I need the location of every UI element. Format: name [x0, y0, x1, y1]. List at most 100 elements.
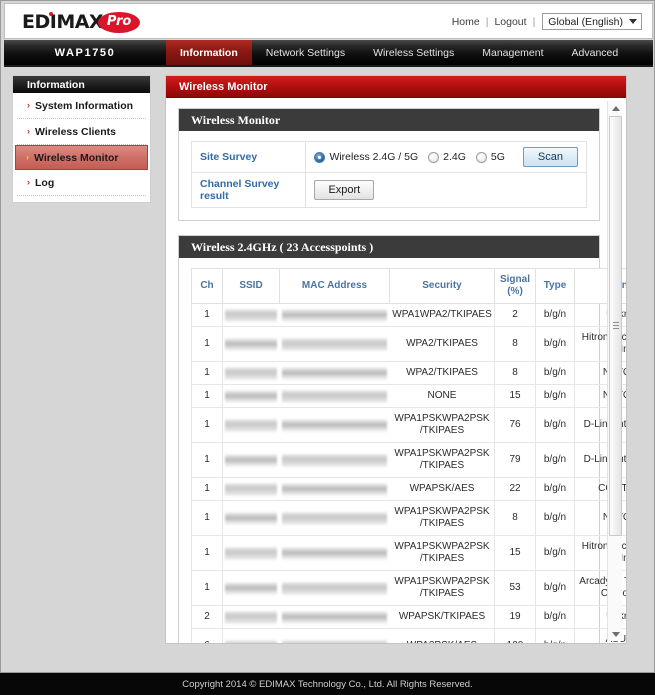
cell-signal: 8	[494, 361, 536, 385]
wireless-monitor-card-body: Site Survey Wireless 2.4G / 5G 2.4G 5G S…	[179, 131, 599, 220]
cell-ssid-redacted	[222, 605, 280, 629]
band-radio-group: Wireless 2.4G / 5G 2.4G 5G Scan	[314, 147, 578, 167]
nav-tab-advanced[interactable]: Advanced	[558, 40, 633, 65]
cell-security: WPAPSK/AES	[389, 477, 495, 501]
sidebar-item-log[interactable]: › Log	[17, 170, 146, 196]
sidebar-item-label: Wireless Monitor	[34, 151, 119, 164]
column-header-mac: MAC Address	[279, 268, 390, 304]
radio-wireless-24g-5g[interactable]	[314, 151, 326, 163]
logo-i-dot-icon	[49, 11, 53, 16]
table-row: 1WPA1WPA2/TKIPAES2b/g/nUnknown	[191, 303, 626, 327]
column-header-ssid: SSID	[222, 268, 280, 304]
site-survey-row: Site Survey Wireless 2.4G / 5G 2.4G 5G S…	[190, 141, 587, 173]
redaction-bar	[225, 453, 277, 467]
nav-tab-information[interactable]: Information	[166, 40, 252, 65]
cell-mac-address-redacted	[279, 407, 390, 443]
logo-pro-text: Pro	[106, 13, 132, 29]
cell-signal: 22	[494, 477, 536, 501]
cell-security: WPAPSK/TKIPAES	[389, 605, 495, 629]
sidebar-item-label: System Information	[35, 99, 134, 112]
logout-link[interactable]: Logout	[490, 16, 530, 28]
cell-mac-address-redacted	[279, 535, 390, 571]
cell-ssid-redacted	[222, 535, 280, 571]
cell-channel: 1	[191, 500, 223, 536]
content-body: Wireless Monitor Site Survey Wireless 2.…	[166, 98, 626, 643]
cell-signal: 53	[494, 570, 536, 606]
chevron-down-icon	[629, 19, 637, 24]
cell-security: WPA2/TKIPAES	[389, 361, 495, 385]
wireless-monitor-card: Wireless Monitor Site Survey Wireless 2.…	[178, 108, 600, 221]
cell-type: b/g/n	[535, 535, 575, 571]
redaction-bar	[282, 546, 387, 560]
sidebar-item-wireless-clients[interactable]: › Wireless Clients	[17, 119, 146, 145]
radio-24g[interactable]	[428, 151, 440, 163]
scan-button[interactable]: Scan	[522, 147, 578, 167]
redaction-bar	[282, 337, 387, 351]
cell-security: WPA1PSKWPA2PSK/TKIPAES	[389, 442, 495, 478]
cell-type: b/g/n	[535, 442, 575, 478]
cell-channel: 1	[191, 570, 223, 606]
cell-ssid-redacted	[222, 500, 280, 536]
table-row: 1NONE15b/g/nNETGEAR	[191, 384, 626, 408]
table-row: 1WPAPSK/AES22b/g/nCOMTREND	[191, 477, 626, 501]
nav-tab-network-settings[interactable]: Network Settings	[252, 40, 359, 65]
redaction-bar	[225, 511, 277, 525]
radio-5g[interactable]	[475, 151, 487, 163]
scroll-up-button[interactable]	[608, 101, 623, 115]
redaction-bar	[225, 639, 277, 643]
cell-security: NONE	[389, 384, 495, 408]
scrollbar-thumb[interactable]	[609, 116, 622, 536]
triangle-down-icon	[611, 631, 620, 637]
export-button[interactable]: Export	[314, 180, 375, 200]
language-select[interactable]: Global (English)	[542, 13, 642, 30]
redaction-bar	[282, 581, 387, 595]
top-nav-links: Home | Logout | Global (English)	[448, 13, 642, 30]
redaction-bar	[282, 482, 387, 496]
chevron-right-icon: ›	[27, 100, 30, 110]
redaction-bar	[282, 366, 387, 380]
cell-channel: 1	[191, 361, 223, 385]
redaction-bar	[282, 418, 387, 432]
edimax-pro-logo[interactable]: EDIMAX Pro	[22, 11, 141, 33]
nav-tab-wireless-settings[interactable]: Wireless Settings	[359, 40, 468, 65]
redaction-bar	[225, 418, 277, 432]
cell-signal: 8	[494, 500, 536, 536]
cell-mac-address-redacted	[279, 500, 390, 536]
cell-ssid-redacted	[222, 303, 280, 327]
cell-signal: 15	[494, 535, 536, 571]
cell-mac-address-redacted	[279, 326, 390, 362]
cell-channel: 1	[191, 535, 223, 571]
sidebar-item-wireless-monitor[interactable]: › Wireless Monitor	[15, 145, 148, 170]
triangle-up-icon	[611, 105, 620, 111]
redaction-bar	[225, 610, 277, 624]
redaction-bar	[225, 389, 277, 403]
home-link[interactable]: Home	[448, 16, 484, 28]
cell-ssid-redacted	[222, 477, 280, 501]
table-row: 1WPA2/TKIPAES8b/g/nNETGEAR	[191, 361, 626, 385]
redaction-bar	[282, 308, 387, 322]
accesspoints-card-body: Ch SSID MAC Address Security Signal (%) …	[179, 258, 626, 643]
chevron-right-icon: ›	[26, 152, 29, 162]
sidebar-title: Information	[13, 76, 150, 93]
main-navigation-bar: WAP1750 Information Network Settings Wir…	[4, 40, 653, 67]
sidebar-item-system-information[interactable]: › System Information	[17, 93, 146, 119]
channel-survey-row: Channel Survey result Export	[190, 172, 587, 208]
content-panel: Wireless Monitor Wireless Monitor Site S…	[165, 75, 627, 644]
accesspoints-table-body: 1WPA1WPA2/TKIPAES2b/g/nUnknown1WPA2/TKIP…	[191, 303, 626, 643]
copyright-text: Copyright 2014 © EDIMAX Technology Co., …	[182, 678, 473, 690]
column-header-ch: Ch	[191, 268, 223, 304]
cell-type: b/g/n	[535, 326, 575, 362]
scroll-down-button[interactable]	[608, 627, 623, 641]
cell-type: b/g/n	[535, 477, 575, 501]
accesspoints-card: Wireless 2.4GHz ( 23 Accesspoints ) Ch S…	[178, 235, 626, 643]
cell-signal: 79	[494, 442, 536, 478]
cell-security: WPA2/TKIPAES	[389, 326, 495, 362]
cell-type: b/g/n	[535, 407, 575, 443]
radio-label-24g: 2.4G	[443, 151, 466, 163]
content-scrollbar[interactable]	[607, 101, 622, 641]
nav-tab-management[interactable]: Management	[468, 40, 557, 65]
cell-signal: 19	[494, 605, 536, 629]
cell-mac-address-redacted	[279, 605, 390, 629]
cell-channel: 1	[191, 326, 223, 362]
cell-mac-address-redacted	[279, 361, 390, 385]
